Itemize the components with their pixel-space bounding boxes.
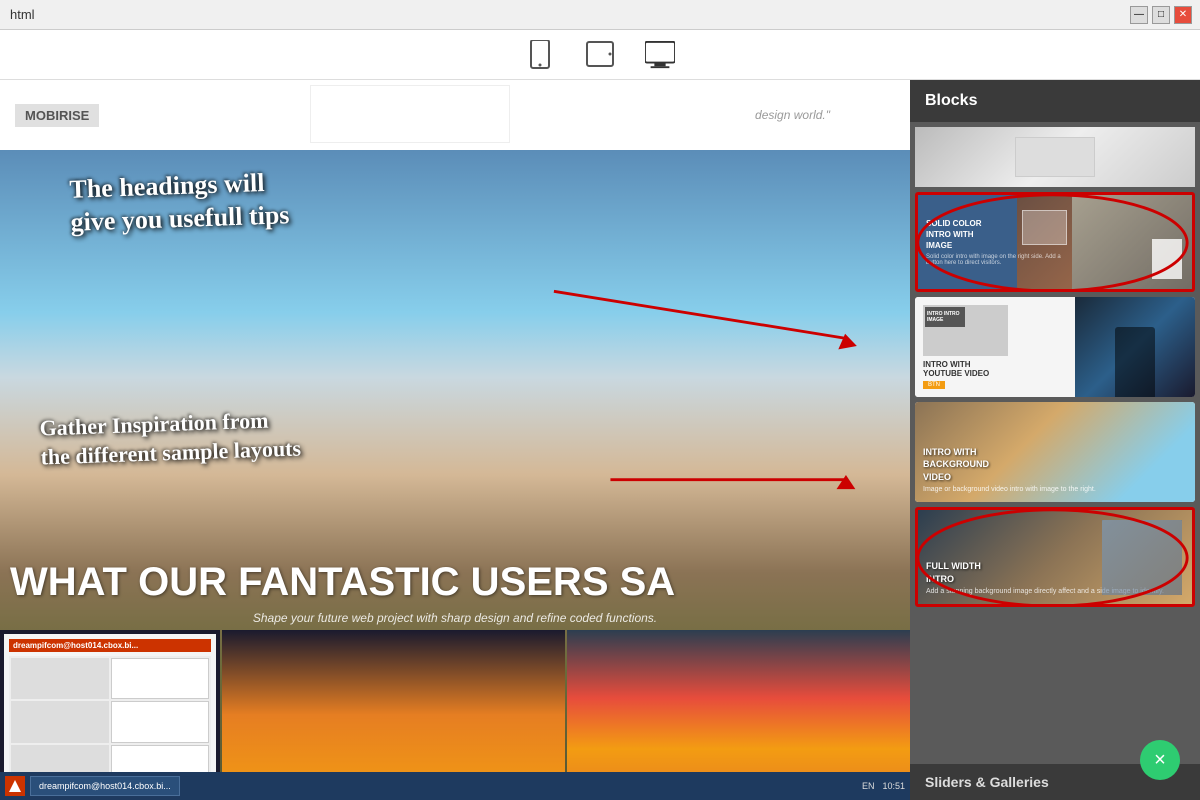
- filemanager-title: dreampifcom@host014.cbox.bi...: [9, 639, 211, 652]
- block-2-mini-label: INTRO INTROIMAGE: [925, 307, 965, 327]
- block-partial-top[interactable]: [915, 127, 1195, 187]
- annotation-headings: The headings will give you usefull tips: [69, 166, 290, 239]
- block-1-right: [1072, 195, 1192, 289]
- window-title: html: [10, 7, 35, 22]
- block-4-image: [1102, 520, 1182, 595]
- close-panel-button[interactable]: ×: [1140, 740, 1180, 780]
- block-3-label-container: INTRO WITHBACKGROUNDVIDEO Image or backg…: [923, 446, 1096, 494]
- desktop-view-button[interactable]: [645, 40, 675, 70]
- block-2-inner: INTRO INTROIMAGE INTRO WITHYOUTUBE VIDEO…: [915, 297, 1195, 397]
- block-solid-color-intro[interactable]: SOLID COLORINTRO WITHIMAGE Solid color i…: [915, 192, 1195, 292]
- block-3-full: INTRO WITHBACKGROUNDVIDEO Image or backg…: [915, 402, 1195, 502]
- block-2-silhouette: [1115, 327, 1155, 397]
- block-2-preview-img: INTRO INTROIMAGE: [923, 305, 1008, 356]
- tablet-view-button[interactable]: [585, 40, 615, 70]
- subtext: Shape your future web project with sharp…: [0, 611, 910, 625]
- panel-title: Blocks: [910, 80, 1200, 122]
- preview-card: [310, 85, 510, 143]
- taskbar-filemanager-item[interactable]: dreampifcom@host014.cbox.bi...: [30, 776, 180, 796]
- taskbar-time: 10:51: [882, 781, 905, 791]
- canvas-area: MOBIRISE design world." The headings wil…: [0, 80, 910, 800]
- preview-header: MOBIRISE design world.": [0, 80, 910, 150]
- window-controls[interactable]: — □ ✕: [1130, 6, 1192, 24]
- block-1-preview: SOLID COLORINTRO WITHIMAGE Solid color i…: [918, 195, 1072, 289]
- block-3-sub: Image or background video intro with ima…: [923, 486, 1096, 494]
- block-1-inner: SOLID COLORINTRO WITHIMAGE Solid color i…: [918, 195, 1192, 289]
- preview-content: The headings will give you usefull tips …: [0, 150, 910, 800]
- preview-logo: MOBIRISE: [15, 104, 99, 127]
- block-1-laptop: [1022, 210, 1067, 245]
- mobile-view-button[interactable]: [525, 40, 555, 70]
- blocks-list: SOLID COLORINTRO WITHIMAGE Solid color i…: [910, 122, 1200, 764]
- block-4-photo: [1102, 520, 1182, 595]
- taskbar: dreampifcom@host014.cbox.bi... EN 10:51: [0, 772, 910, 800]
- block-intro-youtube[interactable]: INTRO INTROIMAGE INTRO WITHYOUTUBE VIDEO…: [915, 297, 1195, 397]
- block-2-right: [1075, 297, 1195, 397]
- block-4-full: FULL WIDTHINTRO Add a stunning backgroun…: [918, 510, 1192, 604]
- partial-preview: [915, 127, 1195, 187]
- close-button[interactable]: ✕: [1174, 6, 1192, 24]
- block-2-btn: BTN: [923, 381, 945, 389]
- block-3-label: INTRO WITHBACKGROUNDVIDEO: [923, 446, 1096, 484]
- right-panel: Blocks SOLID COLORINTRO WITHIMAGE: [910, 80, 1200, 800]
- minimize-button[interactable]: —: [1130, 6, 1148, 24]
- block-full-width-intro[interactable]: FULL WIDTHINTRO Add a stunning backgroun…: [915, 507, 1195, 607]
- taskbar-right: EN 10:51: [862, 781, 905, 791]
- block-2-title: INTRO WITHYOUTUBE VIDEO: [923, 360, 1067, 378]
- title-bar: html — □ ✕: [0, 0, 1200, 30]
- block-intro-bg-video[interactable]: INTRO WITHBACKGROUNDVIDEO Image or backg…: [915, 402, 1195, 502]
- block-1-notebook: [1152, 239, 1182, 279]
- preview-quote: design world.": [755, 108, 830, 122]
- block-2-left: INTRO INTROIMAGE INTRO WITHYOUTUBE VIDEO…: [915, 297, 1075, 397]
- taskbar-logo: [5, 776, 25, 796]
- annotation-layouts: Gather Inspiration from the different sa…: [39, 405, 301, 471]
- restore-button[interactable]: □: [1152, 6, 1170, 24]
- device-toolbar: [0, 30, 1200, 80]
- what-our-text: WHAT OUR FANTASTIC USERS SA: [0, 560, 910, 605]
- taskbar-locale: EN: [862, 781, 875, 791]
- main-layout: MOBIRISE design world." The headings wil…: [0, 80, 1200, 800]
- website-preview: MOBIRISE design world." The headings wil…: [0, 80, 910, 800]
